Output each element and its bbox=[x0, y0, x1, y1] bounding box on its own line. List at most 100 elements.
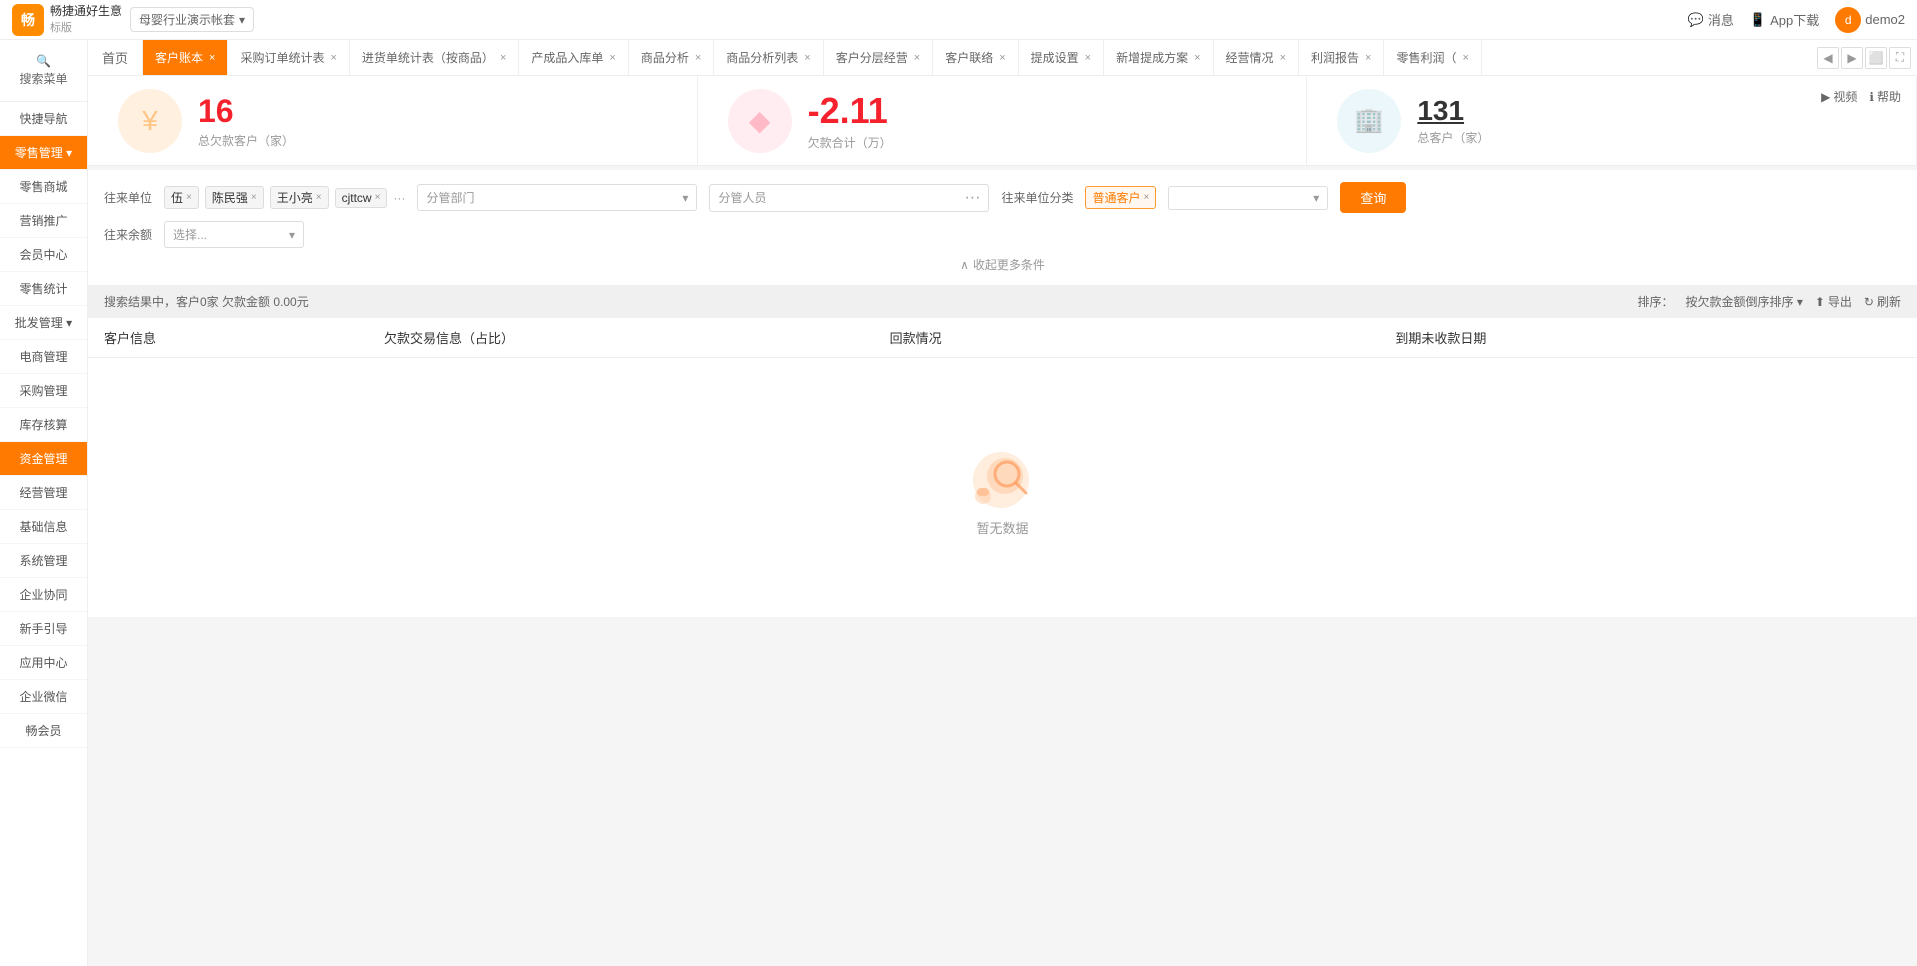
account-selector[interactable]: 母婴行业演示帐套 ▾ bbox=[130, 7, 254, 32]
balance-filter-label: 往来余额 bbox=[104, 226, 152, 243]
tab-close-commission[interactable]: × bbox=[1085, 52, 1091, 64]
tab-close-product-analysis[interactable]: × bbox=[695, 52, 701, 64]
sidebar-item-app-center[interactable]: 应用中心 bbox=[0, 646, 87, 680]
sidebar-item-system[interactable]: 系统管理 bbox=[0, 544, 87, 578]
building-icon: 🏢 bbox=[1354, 106, 1384, 135]
stat-debtors-text: 16 总欠款客户（家） bbox=[198, 93, 294, 149]
balance-chevron-icon: ▾ bbox=[289, 228, 295, 242]
sidebar-item-purchase[interactable]: 采购管理 bbox=[0, 374, 87, 408]
tab-close-business[interactable]: × bbox=[1280, 52, 1286, 64]
sidebar-item-member2[interactable]: 畅会员 bbox=[0, 714, 87, 748]
refresh-button[interactable]: ↻ 刷新 bbox=[1864, 293, 1901, 310]
sidebar-item-enterprise[interactable]: 企业协同 bbox=[0, 578, 87, 612]
tab-controls: ◀ ▶ ⬜ ⛶ bbox=[1811, 47, 1917, 69]
filter-unit-tags: 伍 × 陈民强 × 王小亮 × cjttcw × bbox=[164, 186, 405, 209]
tab-close-instock-stats[interactable]: × bbox=[500, 52, 506, 64]
sidebar-item-retail-stats[interactable]: 零售统计 bbox=[0, 272, 87, 306]
tab-close-product-instock[interactable]: × bbox=[609, 52, 615, 64]
sidebar-item-operations[interactable]: 经营管理 bbox=[0, 476, 87, 510]
filter-more-tags[interactable]: ··· bbox=[393, 191, 405, 205]
class-chevron-icon: ▾ bbox=[1313, 191, 1319, 205]
tab-purchase-stats[interactable]: 采购订单统计表 × bbox=[228, 40, 349, 75]
tab-product-instock[interactable]: 产成品入库单 × bbox=[519, 40, 628, 75]
result-bar: 搜索结果中，客户0家 欠款金额 0.00元 排序： 按欠款金额倒序排序 ▾ ⬆ … bbox=[88, 285, 1917, 318]
filter-tag-cjttcw-close[interactable]: × bbox=[375, 192, 381, 203]
sidebar-item-marketing[interactable]: 营销推广 bbox=[0, 204, 87, 238]
tab-home-label: 首页 bbox=[102, 48, 128, 67]
tab-customer-ledger[interactable]: 客户账本 × bbox=[143, 40, 228, 75]
tab-expand-button[interactable]: ⬜ bbox=[1865, 47, 1887, 69]
top-bar-left: 畅 畅捷通好生意 标版 母婴行业演示帐套 ▾ bbox=[12, 4, 254, 36]
search-menu-button[interactable]: 🔍 搜索菜单 bbox=[8, 50, 79, 91]
collapse-button[interactable]: ∧ 收起更多条件 bbox=[104, 256, 1901, 273]
app-download-button[interactable]: 📱 App下载 bbox=[1750, 10, 1819, 29]
tab-close-customer-layer[interactable]: × bbox=[914, 52, 920, 64]
tab-customer-layer[interactable]: 客户分层经营 × bbox=[824, 40, 933, 75]
tab-close-purchase-stats[interactable]: × bbox=[330, 52, 336, 64]
tab-fullscreen-button[interactable]: ⛶ bbox=[1889, 47, 1911, 69]
sidebar-item-retail[interactable]: 零售管理 ▾ bbox=[0, 136, 87, 170]
collapse-up-icon: ∧ bbox=[960, 258, 969, 272]
person-filter-select[interactable]: 分管人员 ··· bbox=[709, 184, 989, 212]
tab-profit-report[interactable]: 利润报告 × bbox=[1299, 40, 1384, 75]
avatar: d bbox=[1835, 7, 1861, 33]
sidebar-item-retail-mall[interactable]: 零售商城 bbox=[0, 170, 87, 204]
tab-product-list[interactable]: 商品分析列表 × bbox=[714, 40, 823, 75]
message-button[interactable]: 💬 消息 bbox=[1688, 10, 1734, 29]
tab-new-commission[interactable]: 新增提成方案 × bbox=[1104, 40, 1213, 75]
search-menu-label: 搜索菜单 bbox=[19, 70, 67, 87]
unit-class-extra-select[interactable]: ▾ bbox=[1168, 186, 1328, 210]
sidebar-item-guide[interactable]: 新手引导 bbox=[0, 612, 87, 646]
chevron-down-icon-wholesale: ▾ bbox=[66, 316, 72, 330]
export-icon: ⬆ bbox=[1815, 295, 1825, 309]
query-button[interactable]: 查询 bbox=[1340, 182, 1406, 213]
chevron-down-icon: ▾ bbox=[239, 13, 245, 27]
tab-product-analysis[interactable]: 商品分析 × bbox=[629, 40, 714, 75]
quick-nav-label: 快捷导航 bbox=[19, 112, 67, 126]
help-button[interactable]: ℹ 帮助 bbox=[1869, 88, 1901, 105]
diamond-icon: ◆ bbox=[749, 104, 771, 137]
tab-commission-settings[interactable]: 提成设置 × bbox=[1019, 40, 1104, 75]
tab-customer-contact[interactable]: 客户联络 × bbox=[933, 40, 1018, 75]
sidebar-item-basic-info[interactable]: 基础信息 bbox=[0, 510, 87, 544]
filter-tag-wang-close[interactable]: × bbox=[316, 192, 322, 203]
filter-tag-wu-close[interactable]: × bbox=[186, 192, 192, 203]
export-button[interactable]: ⬆ 导出 bbox=[1815, 293, 1852, 310]
sidebar-item-ecommerce[interactable]: 电商管理 bbox=[0, 340, 87, 374]
logo-sub: 标版 bbox=[50, 19, 122, 35]
tab-bar: 首页 客户账本 × 采购订单统计表 × 进货单统计表（按商品） × 产成品入库单… bbox=[88, 40, 1917, 76]
tab-close-customer-ledger[interactable]: × bbox=[209, 52, 215, 64]
tab-prev-button[interactable]: ◀ bbox=[1817, 47, 1839, 69]
help-icon: ℹ bbox=[1869, 90, 1874, 104]
sidebar-item-finance[interactable]: 资金管理 bbox=[0, 442, 87, 476]
dept-placeholder: 分管部门 bbox=[426, 189, 474, 206]
filter-tag-chen-close[interactable]: × bbox=[251, 192, 257, 203]
tab-home[interactable]: 首页 bbox=[88, 40, 143, 75]
sidebar-item-member[interactable]: 会员中心 bbox=[0, 238, 87, 272]
dept-filter-select[interactable]: 分管部门 ▾ bbox=[417, 184, 697, 211]
sidebar-item-inventory[interactable]: 库存核算 bbox=[0, 408, 87, 442]
logo-area: 畅 畅捷通好生意 标版 bbox=[12, 4, 122, 36]
tab-close-retail-profit[interactable]: × bbox=[1462, 52, 1468, 64]
user-avatar-area[interactable]: d demo2 bbox=[1835, 7, 1905, 33]
sidebar-item-wholesale[interactable]: 批发管理 ▾ bbox=[0, 306, 87, 340]
logo-text-block: 畅捷通好生意 标版 bbox=[50, 4, 122, 34]
top-bar-right: 💬 消息 📱 App下载 d demo2 bbox=[1688, 7, 1905, 33]
tab-close-new-commission[interactable]: × bbox=[1194, 52, 1200, 64]
balance-filter-select[interactable]: 选择... ▾ bbox=[164, 221, 304, 248]
tab-retail-profit[interactable]: 零售利润（ × bbox=[1384, 40, 1481, 75]
tab-close-profit[interactable]: × bbox=[1365, 52, 1371, 64]
tab-close-product-list[interactable]: × bbox=[804, 52, 810, 64]
stats-bar: ¥ 16 总欠款客户（家） ◆ -2.11 欠款合计（万） bbox=[88, 76, 1917, 166]
tab-instock-stats[interactable]: 进货单统计表（按商品） × bbox=[350, 40, 519, 75]
video-button[interactable]: ▶ 视频 bbox=[1821, 88, 1857, 105]
table-header: 客户信息 欠款交易信息（占比） 回款情况 到期未收款日期 bbox=[88, 318, 1917, 358]
tab-next-button[interactable]: ▶ bbox=[1841, 47, 1863, 69]
tab-close-customer-contact[interactable]: × bbox=[999, 52, 1005, 64]
sidebar-item-wechat[interactable]: 企业微信 bbox=[0, 680, 87, 714]
filter-tag-normal-close[interactable]: × bbox=[1143, 192, 1149, 203]
tab-business-status[interactable]: 经营情况 × bbox=[1214, 40, 1299, 75]
sidebar-item-quick-nav[interactable]: 快捷导航 bbox=[0, 102, 87, 136]
unit-class-label: 往来单位分类 bbox=[1001, 189, 1073, 206]
sort-value[interactable]: 按欠款金额倒序排序 ▾ bbox=[1685, 293, 1802, 310]
